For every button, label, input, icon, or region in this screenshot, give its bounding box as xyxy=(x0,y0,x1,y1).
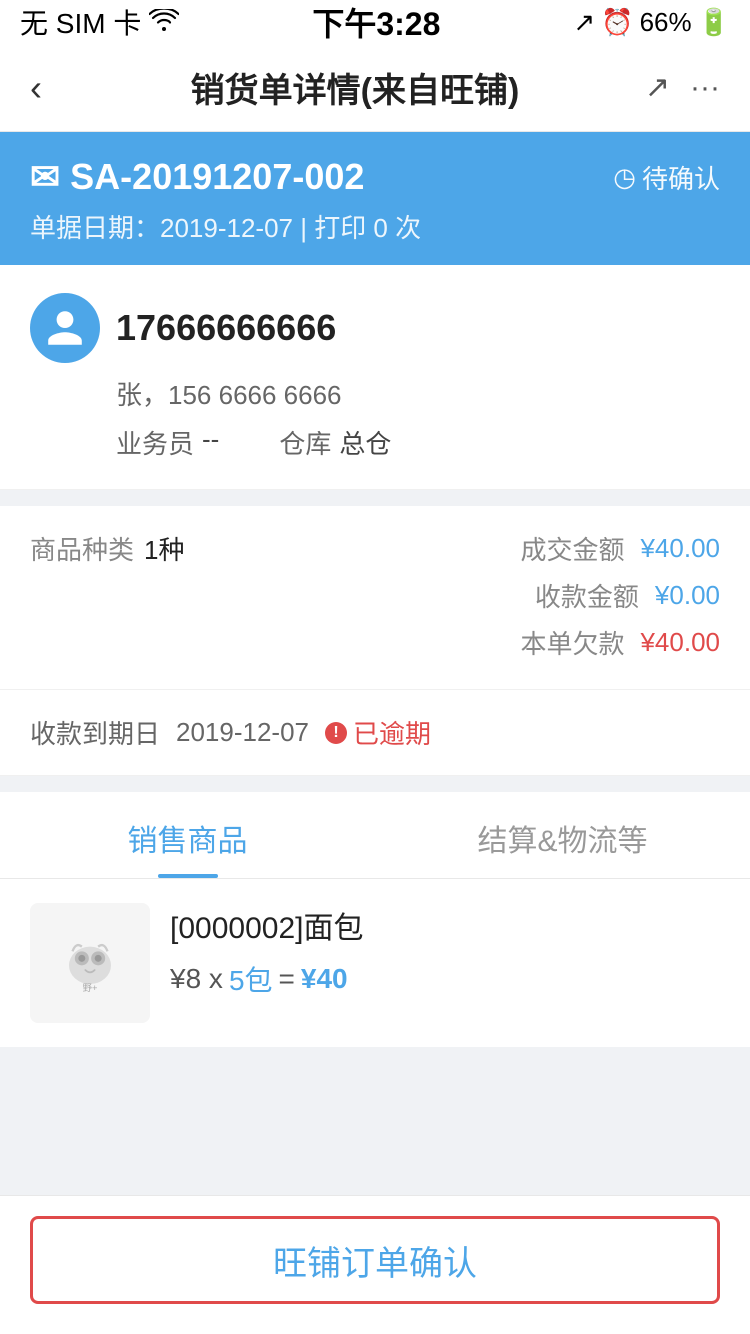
nav-actions: ↗ ··· xyxy=(620,70,720,105)
overdue-text: 已逾期 xyxy=(353,714,431,751)
product-list: 野+ [0000002]面包 ¥8 x 5包 = ¥40 xyxy=(0,879,750,1047)
product-item: 野+ [0000002]面包 ¥8 x 5包 = ¥40 xyxy=(30,903,720,1023)
location-icon: ↗ xyxy=(573,7,595,38)
avatar xyxy=(30,293,100,363)
order-icon: ✉ xyxy=(30,156,60,198)
product-types: 商品种类 1种 xyxy=(30,530,184,567)
customer-phone-row: 17666666666 xyxy=(30,293,720,363)
warehouse: 仓库 总仓 xyxy=(279,424,391,461)
status-bar: 无 SIM 卡 下午3:28 ↗ ⏰ 66% 🔋 xyxy=(0,0,750,44)
due-date-value: 2019-12-07 xyxy=(176,717,309,748)
page-title: 销货单详情(来自旺铺) xyxy=(90,63,620,112)
due-date-label: 收款到期日 xyxy=(30,714,160,751)
product-total: ¥40 xyxy=(301,963,348,995)
status-right: ↗ ⏰ 66% 🔋 xyxy=(573,7,730,38)
divider-1 xyxy=(0,490,750,506)
customer-name-phone: 张，156 6666 6666 xyxy=(30,375,720,412)
order-id: ✉ SA-20191207-002 xyxy=(30,156,364,198)
product-equals: = xyxy=(279,963,295,995)
battery-icon: 🔋 xyxy=(698,7,730,38)
product-name: [0000002]面包 xyxy=(170,903,720,947)
bottom-action: 旺铺订单确认 xyxy=(0,1195,750,1334)
nav-bar: ‹ 销货单详情(来自旺铺) ↗ ··· xyxy=(0,44,750,132)
tab-settlement[interactable]: 结算&物流等 xyxy=(375,792,750,878)
status-left: 无 SIM 卡 xyxy=(20,2,179,42)
amount-received: 收款金额 ¥0.00 xyxy=(535,577,720,614)
amounts: 成交金额 ¥40.00 收款金额 ¥0.00 本单欠款 ¥40.00 xyxy=(520,530,720,661)
amount-owed: 本单欠款 ¥40.00 xyxy=(520,624,720,661)
sim-status: 无 SIM 卡 xyxy=(20,2,141,42)
share-button[interactable]: ↗ xyxy=(645,70,670,105)
product-price: ¥8 x xyxy=(170,963,223,995)
wifi-icon xyxy=(149,6,179,38)
due-date-section: 收款到期日 2019-12-07 ! 已逾期 xyxy=(0,690,750,776)
summary-row: 商品种类 1种 成交金额 ¥40.00 收款金额 ¥0.00 本单欠款 ¥40.… xyxy=(30,530,720,661)
order-date: 单据日期：2019-12-07 | 打印 0 次 xyxy=(30,208,720,245)
customer-meta: 业务员 -- 仓库 总仓 xyxy=(30,424,720,461)
svg-text:野+: 野+ xyxy=(83,983,98,993)
alarm-icon: ⏰ xyxy=(601,7,633,38)
confirm-order-button[interactable]: 旺铺订单确认 xyxy=(30,1216,720,1304)
status-time: 下午3:28 xyxy=(312,0,440,45)
sales-rep: 业务员 -- xyxy=(116,424,219,461)
order-status: ◷ 待确认 xyxy=(613,159,720,196)
more-button[interactable]: ··· xyxy=(690,71,720,105)
customer-phone: 17666666666 xyxy=(116,307,336,349)
amount-deal: 成交金额 ¥40.00 xyxy=(520,530,720,567)
overdue-badge: ! 已逾期 xyxy=(325,714,431,751)
product-price-row: ¥8 x 5包 = ¥40 xyxy=(170,959,720,999)
product-qty: 5包 xyxy=(229,959,273,999)
back-button[interactable]: ‹ xyxy=(30,67,90,109)
customer-card: 17666666666 张，156 6666 6666 业务员 -- 仓库 总仓 xyxy=(0,265,750,490)
tab-sales-products[interactable]: 销售商品 xyxy=(0,792,375,878)
overdue-dot-icon: ! xyxy=(325,722,347,744)
product-image: 野+ xyxy=(30,903,150,1023)
order-banner: ✉ SA-20191207-002 ◷ 待确认 单据日期：2019-12-07 … xyxy=(0,132,750,265)
battery-text: 66% xyxy=(640,7,692,38)
summary-card: 商品种类 1种 成交金额 ¥40.00 收款金额 ¥0.00 本单欠款 ¥40.… xyxy=(0,506,750,690)
clock-icon: ◷ xyxy=(613,162,636,193)
tabs-bar: 销售商品 结算&物流等 xyxy=(0,792,750,879)
product-info: [0000002]面包 ¥8 x 5包 = ¥40 xyxy=(170,903,720,999)
